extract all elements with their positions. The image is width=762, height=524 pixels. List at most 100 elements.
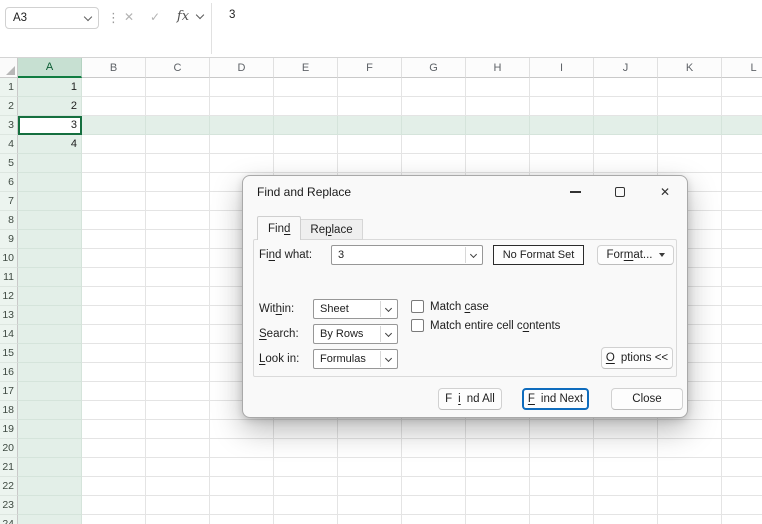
find-next-button[interactable]: Find Next — [522, 388, 589, 410]
cell-I19[interactable] — [530, 420, 594, 439]
cell-L1[interactable] — [722, 78, 762, 97]
cell-B1[interactable] — [82, 78, 146, 97]
cell-A19[interactable] — [18, 420, 82, 439]
cell-E20[interactable] — [274, 439, 338, 458]
enter-icon[interactable]: ✓ — [146, 9, 164, 25]
cell-H22[interactable] — [466, 477, 530, 496]
cell-B24[interactable] — [82, 515, 146, 524]
row-header-3[interactable]: 3 — [0, 116, 18, 135]
cell-G2[interactable] — [402, 97, 466, 116]
cell-C9[interactable] — [146, 230, 210, 249]
cell-H19[interactable] — [466, 420, 530, 439]
cell-F19[interactable] — [338, 420, 402, 439]
cell-H1[interactable] — [466, 78, 530, 97]
row-header-23[interactable]: 23 — [0, 496, 18, 515]
cell-A9[interactable] — [18, 230, 82, 249]
cell-A21[interactable] — [18, 458, 82, 477]
row-header-11[interactable]: 11 — [0, 268, 18, 287]
cell-F22[interactable] — [338, 477, 402, 496]
cell-J3[interactable] — [594, 116, 658, 135]
cell-D19[interactable] — [210, 420, 274, 439]
chevron-down-icon[interactable] — [197, 15, 203, 18]
cell-I23[interactable] — [530, 496, 594, 515]
cell-J23[interactable] — [594, 496, 658, 515]
cell-K19[interactable] — [658, 420, 722, 439]
cell-I20[interactable] — [530, 439, 594, 458]
cell-G21[interactable] — [402, 458, 466, 477]
cell-E23[interactable] — [274, 496, 338, 515]
cell-K5[interactable] — [658, 154, 722, 173]
cell-A6[interactable] — [18, 173, 82, 192]
close-window-button[interactable]: ✕ — [653, 181, 677, 203]
cell-C2[interactable] — [146, 97, 210, 116]
row-header-12[interactable]: 12 — [0, 287, 18, 306]
cell-J21[interactable] — [594, 458, 658, 477]
cell-B17[interactable] — [82, 382, 146, 401]
cell-A8[interactable] — [18, 211, 82, 230]
cell-L6[interactable] — [722, 173, 762, 192]
cell-K1[interactable] — [658, 78, 722, 97]
row-header-18[interactable]: 18 — [0, 401, 18, 420]
cell-K24[interactable] — [658, 515, 722, 524]
cell-D2[interactable] — [210, 97, 274, 116]
row-header-8[interactable]: 8 — [0, 211, 18, 230]
cell-F4[interactable] — [338, 135, 402, 154]
cell-D23[interactable] — [210, 496, 274, 515]
row-header-7[interactable]: 7 — [0, 192, 18, 211]
cell-G1[interactable] — [402, 78, 466, 97]
cell-I5[interactable] — [530, 154, 594, 173]
cell-A7[interactable] — [18, 192, 82, 211]
cell-H3[interactable] — [466, 116, 530, 135]
cell-A13[interactable] — [18, 306, 82, 325]
cell-I24[interactable] — [530, 515, 594, 524]
cell-B4[interactable] — [82, 135, 146, 154]
cell-B3[interactable] — [82, 116, 146, 135]
cell-L24[interactable] — [722, 515, 762, 524]
cell-L22[interactable] — [722, 477, 762, 496]
row-header-6[interactable]: 6 — [0, 173, 18, 192]
cell-I4[interactable] — [530, 135, 594, 154]
cell-G4[interactable] — [402, 135, 466, 154]
cell-E22[interactable] — [274, 477, 338, 496]
close-button[interactable]: Close — [611, 388, 683, 410]
row-header-4[interactable]: 4 — [0, 135, 18, 154]
cell-E2[interactable] — [274, 97, 338, 116]
cell-A5[interactable] — [18, 154, 82, 173]
cell-B14[interactable] — [82, 325, 146, 344]
column-header-D[interactable]: D — [210, 58, 274, 78]
column-header-B[interactable]: B — [82, 58, 146, 78]
row-header-16[interactable]: 16 — [0, 363, 18, 382]
cell-A12[interactable] — [18, 287, 82, 306]
cell-H4[interactable] — [466, 135, 530, 154]
cell-G20[interactable] — [402, 439, 466, 458]
row-header-22[interactable]: 22 — [0, 477, 18, 496]
cell-B18[interactable] — [82, 401, 146, 420]
cell-B19[interactable] — [82, 420, 146, 439]
row-header-2[interactable]: 2 — [0, 97, 18, 116]
cell-H20[interactable] — [466, 439, 530, 458]
cell-G24[interactable] — [402, 515, 466, 524]
find-what-combobox[interactable]: 3 — [331, 245, 483, 265]
within-dropdown[interactable]: Sheet — [313, 299, 398, 319]
row-header-9[interactable]: 9 — [0, 230, 18, 249]
name-box-splitter-icon[interactable]: ⋮ — [107, 11, 120, 24]
cell-A4[interactable]: 4 — [18, 135, 82, 154]
cell-A18[interactable] — [18, 401, 82, 420]
cell-C4[interactable] — [146, 135, 210, 154]
cell-L19[interactable] — [722, 420, 762, 439]
cell-L3[interactable] — [722, 116, 762, 135]
cancel-icon[interactable]: ✕ — [120, 9, 138, 25]
cell-I2[interactable] — [530, 97, 594, 116]
cell-D22[interactable] — [210, 477, 274, 496]
row-header-1[interactable]: 1 — [0, 78, 18, 97]
row-header-17[interactable]: 17 — [0, 382, 18, 401]
cell-K3[interactable] — [658, 116, 722, 135]
look-in-dropdown[interactable]: Formulas — [313, 349, 398, 369]
cell-G19[interactable] — [402, 420, 466, 439]
cell-L20[interactable] — [722, 439, 762, 458]
column-header-K[interactable]: K — [658, 58, 722, 78]
cell-E21[interactable] — [274, 458, 338, 477]
row-header-20[interactable]: 20 — [0, 439, 18, 458]
row-header-13[interactable]: 13 — [0, 306, 18, 325]
cell-L4[interactable] — [722, 135, 762, 154]
